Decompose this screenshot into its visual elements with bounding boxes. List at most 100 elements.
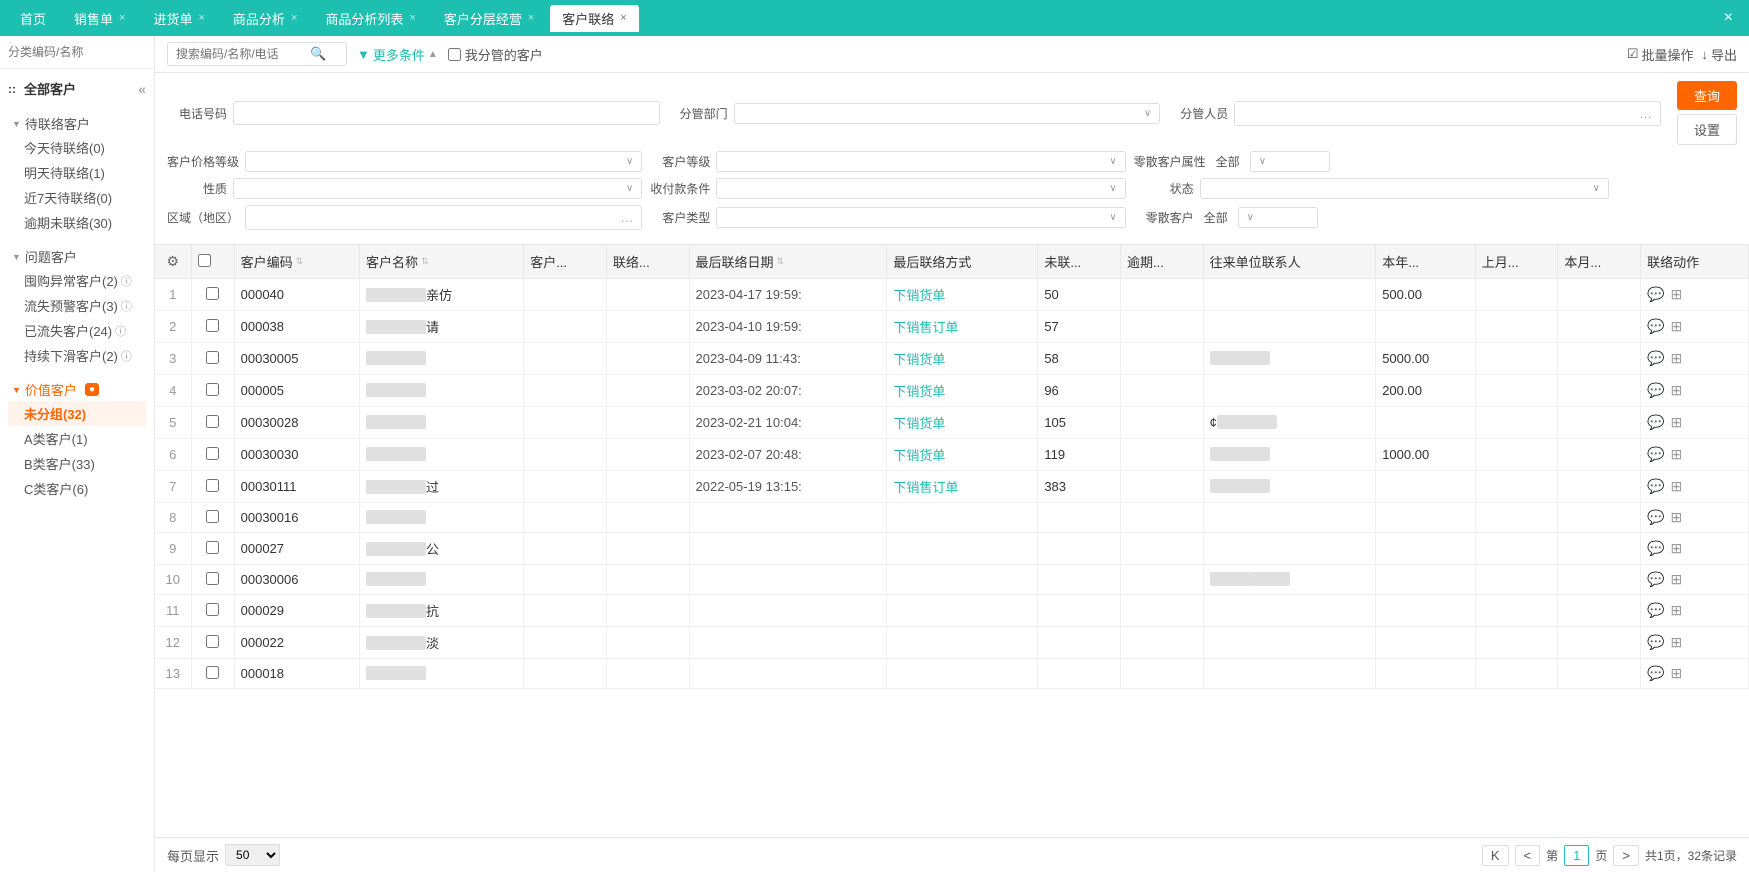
filter-manager-select[interactable]: … [1234, 101, 1661, 126]
filter-region-select[interactable]: … [245, 205, 642, 230]
row-checkbox-cell[interactable] [191, 311, 234, 343]
th-contact[interactable]: 联络... [606, 245, 689, 279]
chat-icon[interactable]: 💬 [1647, 540, 1664, 557]
th-type[interactable]: 客户... [524, 245, 607, 279]
nav-customer-segment[interactable]: 客户分层经营 × [432, 5, 546, 32]
filter-customer-level-select[interactable]: ∨ [716, 151, 1125, 172]
sidebar-item-tomorrow[interactable]: 明天待联络(1) [8, 160, 146, 185]
row-checkbox[interactable] [206, 635, 219, 648]
filter-nature-select[interactable]: ∨ [233, 178, 642, 199]
chat-icon[interactable]: 💬 [1647, 414, 1664, 431]
sidebar-item-today[interactable]: 今天待联络(0) [8, 135, 146, 160]
sidebar-item-declining[interactable]: 持续下滑客户(2) ⓘ [8, 343, 146, 368]
row-checkbox[interactable] [206, 603, 219, 616]
chat-icon[interactable]: 💬 [1647, 509, 1664, 526]
sidebar-item-7days[interactable]: 近7天待联络(0) [8, 185, 146, 210]
row-checkbox-cell[interactable] [191, 595, 234, 627]
row-checkbox-cell[interactable] [191, 659, 234, 689]
nav-purchase-close[interactable]: × [198, 12, 204, 24]
row-checkbox[interactable] [206, 319, 219, 332]
last-method-cell[interactable]: 下销货单 [887, 407, 1038, 439]
grid-action-icon[interactable]: ⊞ [1671, 540, 1683, 557]
row-checkbox[interactable] [206, 479, 219, 492]
filter-status-select[interactable]: ∨ [1200, 178, 1609, 199]
last-method-cell[interactable]: 下销货单 [887, 279, 1038, 311]
grid-action-icon[interactable]: ⊞ [1671, 665, 1683, 682]
filter-search-input[interactable] [176, 47, 306, 61]
filter-search-icon[interactable]: 🔍 [310, 46, 326, 62]
filter-scattered-select[interactable]: ∨ [1238, 207, 1318, 228]
contact-method-link[interactable]: 下销货单 [893, 384, 945, 399]
chat-icon[interactable]: 💬 [1647, 286, 1664, 303]
th-this-year[interactable]: 本年... [1376, 245, 1476, 279]
row-checkbox-cell[interactable] [191, 407, 234, 439]
contact-method-link[interactable]: 下销货单 [893, 448, 945, 463]
collapse-icon[interactable]: « [138, 81, 146, 97]
pending-group-header[interactable]: ▼ 待联络客户 [8, 110, 146, 135]
row-checkbox[interactable] [206, 383, 219, 396]
last-method-cell[interactable] [887, 627, 1038, 659]
grid-action-icon[interactable]: ⊞ [1671, 318, 1683, 335]
th-actions[interactable]: 联络动作 [1641, 245, 1749, 279]
query-button[interactable]: 查询 [1677, 81, 1737, 110]
row-checkbox-cell[interactable] [191, 627, 234, 659]
last-method-cell[interactable] [887, 595, 1038, 627]
filter-dept-select[interactable]: ∨ [734, 103, 1161, 124]
contact-method-link[interactable]: 下销售订单 [893, 480, 958, 495]
last-method-cell[interactable] [887, 503, 1038, 533]
nav-customer-contact[interactable]: 客户联络 × [550, 5, 638, 32]
chat-icon[interactable]: 💬 [1647, 350, 1664, 367]
nav-purchase[interactable]: 进货单 × [141, 5, 216, 32]
grid-action-icon[interactable]: ⊞ [1671, 350, 1683, 367]
sidebar-item-churn-warning[interactable]: 流失预警客户(3) ⓘ [8, 293, 146, 318]
row-checkbox-cell[interactable] [191, 439, 234, 471]
reset-button[interactable]: 设置 [1677, 114, 1737, 145]
th-this-month[interactable]: 本月... [1558, 245, 1641, 279]
filter-payment-select[interactable]: ∨ [716, 178, 1125, 199]
last-method-cell[interactable]: 下销货单 [887, 343, 1038, 375]
grid-action-icon[interactable]: ⊞ [1671, 634, 1683, 651]
last-method-cell[interactable]: 下销货单 [887, 375, 1038, 407]
sidebar-search-input[interactable] [8, 45, 155, 59]
contact-method-link[interactable]: 下销货单 [893, 416, 945, 431]
more-conditions-button[interactable]: ▼ 更多条件 ▲ [357, 45, 438, 64]
my-customers-checkbox-container[interactable]: 我分管的客户 [448, 45, 543, 64]
nav-customer-contact-close[interactable]: × [620, 12, 626, 24]
next-page-button[interactable]: > [1613, 845, 1639, 866]
row-checkbox-cell[interactable] [191, 375, 234, 407]
filter-phone-input[interactable] [233, 101, 660, 125]
chat-icon[interactable]: 💬 [1647, 478, 1664, 495]
nav-product-analysis[interactable]: 商品分析 × [221, 5, 309, 32]
row-checkbox-cell[interactable] [191, 343, 234, 375]
th-last-month[interactable]: 上月... [1475, 245, 1558, 279]
th-unit-contact[interactable]: 往来单位联系人 [1203, 245, 1376, 279]
row-checkbox-cell[interactable] [191, 565, 234, 595]
last-method-cell[interactable] [887, 565, 1038, 595]
row-checkbox[interactable] [206, 447, 219, 460]
th-last-date[interactable]: 最后联络日期 ⇅ [689, 245, 887, 279]
nav-sales[interactable]: 销售单 × [62, 5, 137, 32]
grid-action-icon[interactable]: ⊞ [1671, 382, 1683, 399]
contact-method-link[interactable]: 下销售订单 [893, 320, 958, 335]
nav-home[interactable]: 首页 [8, 5, 58, 32]
chat-icon[interactable]: 💬 [1647, 634, 1664, 651]
my-customers-checkbox[interactable] [448, 48, 461, 61]
chat-icon[interactable]: 💬 [1647, 382, 1664, 399]
prev-page-button[interactable]: < [1515, 845, 1541, 866]
row-checkbox-cell[interactable] [191, 279, 234, 311]
th-code[interactable]: 客户编码 ⇅ [234, 245, 359, 279]
grid-action-icon[interactable]: ⊞ [1671, 286, 1683, 303]
th-overdue[interactable]: 逾期... [1121, 245, 1204, 279]
last-method-cell[interactable] [887, 659, 1038, 689]
chat-icon[interactable]: 💬 [1647, 446, 1664, 463]
th-name[interactable]: 客户名称 ⇅ [359, 245, 523, 279]
nav-product-analysis-close[interactable]: × [291, 12, 297, 24]
row-checkbox-cell[interactable] [191, 533, 234, 565]
sidebar-item-abnormal[interactable]: 囤购异常客户(2) ⓘ [8, 268, 146, 293]
row-checkbox[interactable] [206, 572, 219, 585]
grid-action-icon[interactable]: ⊞ [1671, 571, 1683, 588]
grid-action-icon[interactable]: ⊞ [1671, 602, 1683, 619]
ellipsis-icon2[interactable]: … [620, 210, 633, 225]
nav-product-analysis-list-close[interactable]: × [409, 12, 415, 24]
grid-action-icon[interactable]: ⊞ [1671, 446, 1683, 463]
